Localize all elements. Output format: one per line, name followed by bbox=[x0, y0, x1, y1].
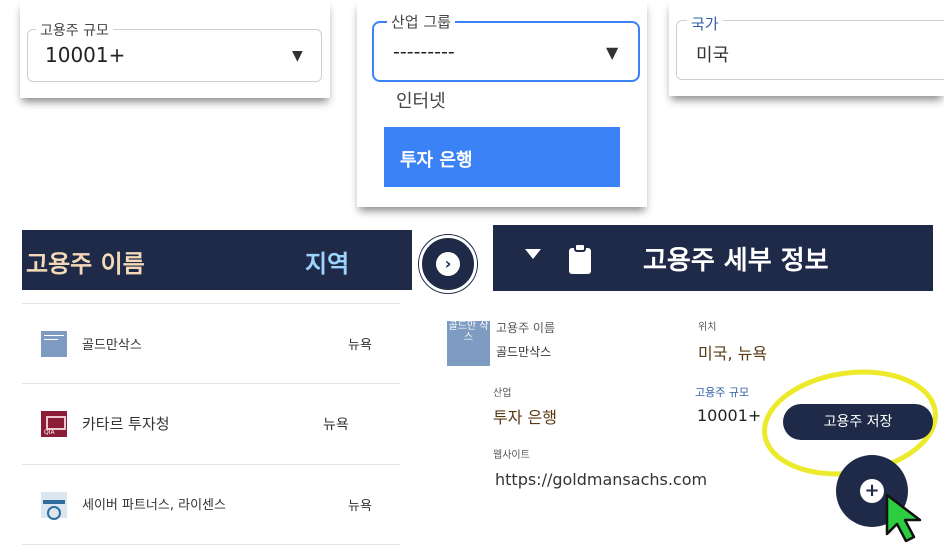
industry-option-investment-bank[interactable]: 투자 은행 bbox=[384, 127, 620, 187]
industry-value: 투자 은행 bbox=[493, 408, 557, 427]
country-select-value: 미국 bbox=[696, 45, 730, 66]
plus-icon: + bbox=[860, 479, 884, 503]
industry-filter-card: --------- ▼ 산업 그룹 인터넷 투자 은행 bbox=[357, 0, 647, 207]
size-label: 고용주 규모 bbox=[695, 386, 750, 399]
chevron-down-icon: ▼ bbox=[292, 48, 303, 64]
industry-label: 산업 bbox=[493, 388, 512, 399]
next-panel-button[interactable]: › bbox=[419, 235, 477, 293]
location-value: 미국, 뉴욕 bbox=[698, 344, 768, 363]
employer-name-value: 골드만삭스 bbox=[496, 345, 552, 359]
industry-select-label: 산업 그룹 bbox=[387, 11, 455, 32]
details-logo-text: 골드만 삭스 bbox=[448, 321, 489, 343]
saber-logo bbox=[41, 492, 67, 520]
employer-name: 세이버 파트너스, 라이센스 bbox=[82, 498, 226, 513]
size-select-value: 10001+ bbox=[45, 43, 126, 67]
goldman-sachs-logo bbox=[41, 331, 67, 357]
chevron-down-icon: ▼ bbox=[606, 43, 619, 62]
employer-row[interactable]: 세이버 파트너스, 라이센스 뉴욕 bbox=[22, 464, 400, 545]
cursor-arrow-icon bbox=[885, 493, 922, 543]
country-select-label: 국가 bbox=[687, 13, 723, 34]
save-employer-button[interactable]: 고용주 저장 bbox=[783, 404, 933, 440]
employer-name-column-header[interactable]: 고용주 이름 bbox=[26, 244, 145, 279]
details-header: 고용주 세부 정보 bbox=[493, 225, 933, 291]
country-filter-card: 미국 국가 bbox=[669, 0, 944, 96]
chevron-right-icon: › bbox=[436, 252, 460, 276]
size-filter-card: 10001+ ▼ 고용주 규모 bbox=[20, 0, 330, 98]
employer-list-header: 고용주 이름 지역 bbox=[22, 230, 412, 290]
industry-dropdown-menu: 인터넷 투자 은행 bbox=[370, 87, 640, 202]
employer-name: 카타르 투자청 bbox=[82, 415, 170, 433]
employer-location: 뉴욕 bbox=[323, 417, 349, 433]
website-link[interactable]: https://goldmansachs.com bbox=[495, 470, 707, 489]
employer-name: 골드만삭스 bbox=[82, 338, 142, 353]
employer-row[interactable]: 골드만삭스 뉴욕 bbox=[22, 303, 400, 384]
location-label: 위치 bbox=[698, 322, 717, 333]
details-title: 고용주 세부 정보 bbox=[643, 246, 829, 276]
details-logo: 골드만 삭스 bbox=[447, 321, 490, 366]
plus-icon-glyph: + bbox=[864, 480, 880, 501]
clipboard-icon bbox=[569, 243, 591, 274]
industry-option-internet[interactable]: 인터넷 bbox=[396, 87, 446, 113]
employer-location: 뉴욕 bbox=[348, 338, 372, 353]
website-label: 웹사이트 bbox=[493, 450, 530, 461]
industry-option-investment-bank-label: 투자 은행 bbox=[400, 150, 473, 171]
qia-logo: QIA bbox=[41, 411, 67, 437]
industry-select-value: --------- bbox=[393, 41, 455, 63]
employer-row[interactable]: QIA 카타르 투자청 뉴욕 bbox=[22, 383, 400, 464]
size-select-label: 고용주 규모 bbox=[36, 20, 113, 40]
employer-location: 뉴욕 bbox=[348, 499, 372, 514]
collapse-caret-icon[interactable] bbox=[525, 249, 541, 259]
list-divider bbox=[22, 544, 400, 545]
employer-name-label: 고용주 이름 bbox=[496, 321, 556, 335]
size-value: 10001+ bbox=[697, 406, 762, 425]
save-employer-button-label: 고용주 저장 bbox=[823, 414, 893, 430]
region-column-header[interactable]: 지역 bbox=[305, 244, 349, 279]
